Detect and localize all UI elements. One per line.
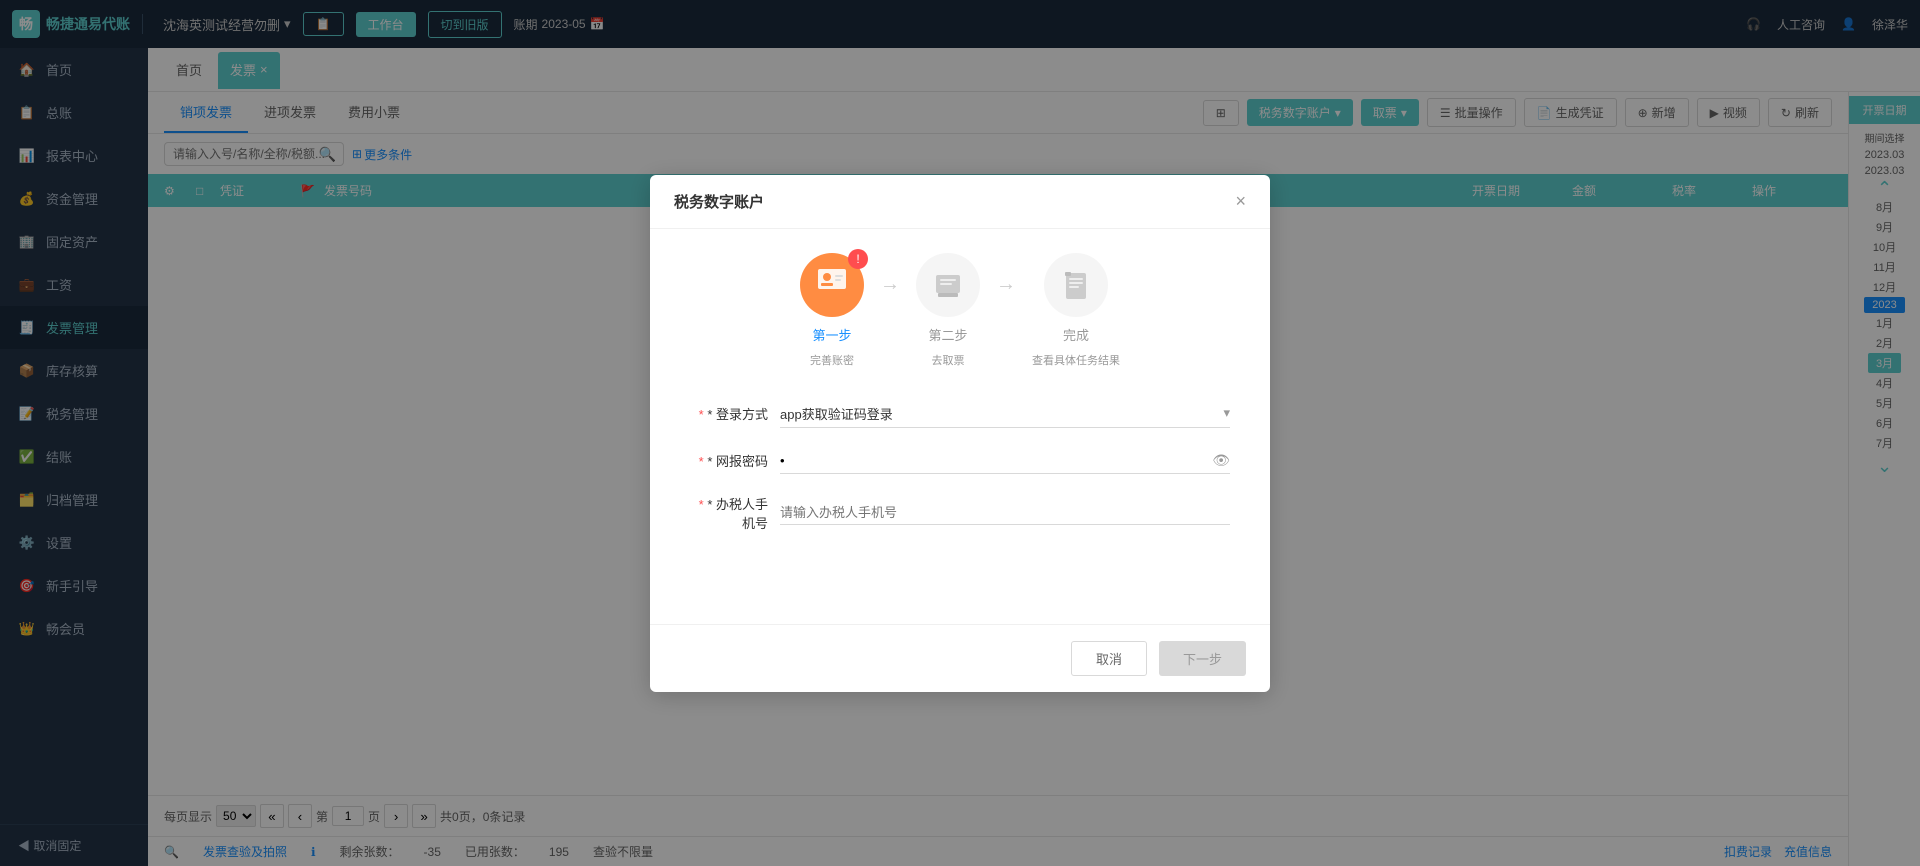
step-1-icon-symbol xyxy=(812,261,852,308)
step-3-icon xyxy=(1044,253,1108,317)
password-input[interactable] xyxy=(780,453,1212,468)
step-1-svg xyxy=(812,261,852,301)
next-button[interactable]: 下一步 xyxy=(1159,641,1246,676)
login-method-text: * 登录方式 xyxy=(707,407,768,422)
login-method-required: * xyxy=(699,407,704,422)
login-method-label: * * 登录方式 xyxy=(690,404,780,423)
password-required: * xyxy=(699,454,704,469)
password-label: * * 网报密码 xyxy=(690,451,780,470)
modal-header: 税务数字账户 × xyxy=(650,175,1270,229)
step-1-desc: 完善账密 xyxy=(810,352,854,368)
modal-overlay[interactable]: 税务数字账户 × xyxy=(0,0,1920,866)
phone-required: * xyxy=(699,497,704,512)
modal-footer: 取消 下一步 xyxy=(650,624,1270,692)
modal-close-button[interactable]: × xyxy=(1235,191,1246,212)
modal-title: 税务数字账户 xyxy=(674,191,764,212)
login-method-dropdown-icon: ▾ xyxy=(1223,405,1230,421)
phone-input[interactable] xyxy=(780,505,1230,520)
step-2-desc: 去取票 xyxy=(932,352,965,368)
step-arrow-1: → xyxy=(864,273,916,296)
phone-field-container xyxy=(780,501,1230,525)
step-2-svg xyxy=(928,265,968,305)
phone-row: * * 办税人手机号 xyxy=(690,494,1230,532)
step-1-label: 第一步 xyxy=(812,325,851,344)
step-2-label: 第二步 xyxy=(928,325,967,344)
modal-form: * * 登录方式 app获取验证码登录 ▾ * * 网报密码 xyxy=(690,400,1230,600)
form-spacer xyxy=(690,552,1230,600)
login-method-row: * * 登录方式 app获取验证码登录 ▾ xyxy=(690,400,1230,428)
steps-container: ! 第一步 完善账密 → xyxy=(690,253,1230,368)
step-1-badge: ! xyxy=(848,249,868,269)
login-method-select[interactable]: app获取验证码登录 ▾ xyxy=(780,400,1230,428)
step-2-icon xyxy=(916,253,980,317)
step-3: 完成 查看具体任务结果 xyxy=(1032,253,1120,368)
tax-account-modal: 税务数字账户 × xyxy=(650,175,1270,692)
modal-body: ! 第一步 完善账密 → xyxy=(650,229,1270,624)
step-3-label: 完成 xyxy=(1063,325,1089,344)
step-3-desc: 查看具体任务结果 xyxy=(1032,352,1120,368)
password-text: * 网报密码 xyxy=(707,454,768,469)
cancel-button[interactable]: 取消 xyxy=(1071,641,1147,676)
phone-label: * * 办税人手机号 xyxy=(690,494,780,532)
phone-text: * 办税人手机号 xyxy=(707,497,768,531)
step-1: ! 第一步 完善账密 xyxy=(800,253,864,368)
step-arrow-2: → xyxy=(980,273,1032,296)
step-1-icon: ! xyxy=(800,253,864,317)
login-method-value: app获取验证码登录 xyxy=(780,404,893,423)
password-row: * * 网报密码 👁 xyxy=(690,448,1230,474)
show-password-icon[interactable]: 👁 xyxy=(1212,452,1230,469)
password-field-container: 👁 xyxy=(780,448,1230,474)
step-2: 第二步 去取票 xyxy=(916,253,980,368)
step-3-svg xyxy=(1056,265,1096,305)
